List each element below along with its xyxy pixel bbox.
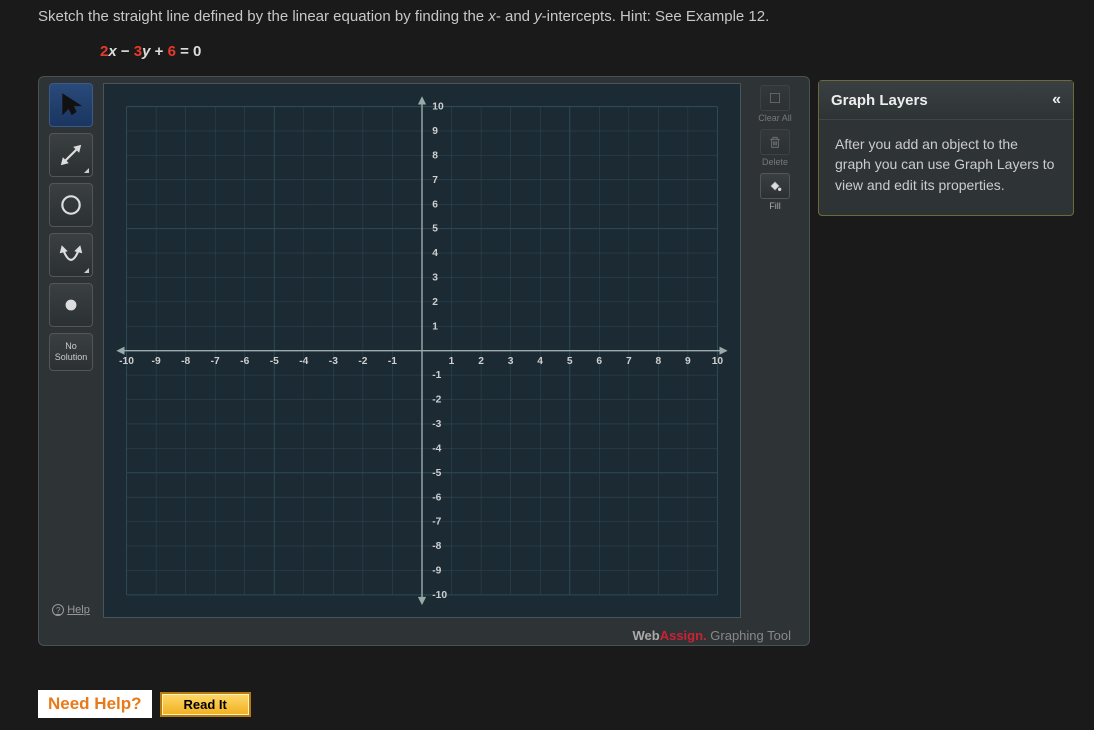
branding: WebAssign. Graphing Tool	[39, 624, 809, 645]
graphing-tool: No Solution ? Help -10-9-8-7-6-5-4-3-2-1…	[38, 76, 810, 646]
svg-text:5: 5	[432, 224, 438, 235]
graph-layers-header[interactable]: Graph Layers «	[819, 81, 1073, 120]
svg-text:-6: -6	[432, 492, 441, 503]
svg-text:-3: -3	[432, 419, 441, 430]
question-prompt: Sketch the straight line defined by the …	[0, 6, 1094, 25]
coef-3: 6	[168, 43, 176, 60]
select-tool-button[interactable]	[49, 83, 93, 127]
svg-text:10: 10	[432, 102, 444, 113]
coef-2: 3	[134, 43, 142, 60]
svg-text:4: 4	[537, 356, 543, 367]
no-solution-label-1: No	[65, 341, 77, 351]
var-x: x	[488, 8, 496, 25]
svg-text:3: 3	[432, 273, 438, 284]
expand-corner-icon	[84, 268, 89, 273]
circle-icon	[58, 192, 84, 218]
prompt-text-mid2: -intercepts. Hint: See Example 12.	[542, 8, 770, 25]
var-1: x	[108, 43, 116, 60]
svg-text:7: 7	[626, 356, 632, 367]
eq-sign: = 0	[176, 43, 201, 60]
svg-text:-6: -6	[240, 356, 249, 367]
clear-all-icon	[767, 90, 783, 106]
graph-layers-panel: Graph Layers « After you add an object t…	[818, 80, 1074, 216]
svg-text:-1: -1	[388, 356, 397, 367]
svg-text:9: 9	[685, 356, 691, 367]
brand-part1: Web	[632, 628, 659, 643]
brand-part3: Graphing Tool	[707, 628, 791, 643]
svg-text:6: 6	[432, 199, 438, 210]
trash-icon	[767, 134, 783, 150]
line-tool-button[interactable]	[49, 133, 93, 177]
graph-canvas[interactable]: -10 -9 -8 -7 -6 -5 -4 -3 -2 -1 1 2 3 4 5 6 7 8 9 10 -10 -9 -8 -…	[103, 83, 741, 618]
clear-all-button[interactable]: Clear All	[752, 85, 798, 123]
prompt-text-pre: Sketch the straight line defined by the …	[38, 8, 488, 25]
svg-text:-2: -2	[358, 356, 367, 367]
svg-text:-3: -3	[329, 356, 338, 367]
svg-text:-7: -7	[432, 517, 441, 528]
no-solution-label-2: Solution	[55, 352, 88, 362]
graph-layers-body: After you add an object to the graph you…	[819, 120, 1073, 215]
svg-text:-5: -5	[270, 356, 279, 367]
svg-text:-10: -10	[119, 356, 134, 367]
svg-text:-4: -4	[299, 356, 308, 367]
svg-text:7: 7	[432, 175, 438, 186]
svg-text:-8: -8	[432, 541, 441, 552]
svg-text:-7: -7	[211, 356, 220, 367]
expand-corner-icon	[84, 168, 89, 173]
svg-text:2: 2	[478, 356, 484, 367]
svg-text:1: 1	[449, 356, 455, 367]
svg-text:9: 9	[432, 126, 438, 137]
help-icon: ?	[52, 604, 64, 616]
svg-text:8: 8	[655, 356, 661, 367]
line-icon	[58, 142, 84, 168]
brand-part2: Assign.	[660, 628, 707, 643]
delete-button[interactable]: Delete	[752, 129, 798, 167]
op-1: −	[117, 43, 134, 60]
help-link[interactable]: ? Help	[52, 604, 90, 618]
svg-text:-9: -9	[152, 356, 161, 367]
svg-text:2: 2	[432, 297, 438, 308]
collapse-icon[interactable]: «	[1052, 91, 1061, 109]
fill-icon	[767, 178, 783, 194]
equation: 2x − 3y + 6 = 0	[0, 25, 1094, 72]
help-bar: Need Help? Read It	[38, 690, 251, 718]
svg-text:4: 4	[432, 248, 438, 259]
graph-layers-title: Graph Layers	[831, 92, 928, 109]
delete-label: Delete	[762, 157, 788, 167]
parabola-tool-button[interactable]	[49, 233, 93, 277]
svg-text:5: 5	[567, 356, 573, 367]
help-label: Help	[67, 604, 90, 616]
svg-text:-1: -1	[432, 370, 441, 381]
fill-label: Fill	[769, 201, 781, 211]
svg-text:-5: -5	[432, 468, 441, 479]
svg-text:-9: -9	[432, 566, 441, 577]
tool-palette: No Solution ? Help	[45, 83, 97, 618]
need-help-label: Need Help?	[38, 690, 152, 718]
coordinate-grid: -10 -9 -8 -7 -6 -5 -4 -3 -2 -1 1 2 3 4 5 6 7 8 9 10 -10 -9 -8 -…	[104, 84, 740, 617]
svg-text:6: 6	[596, 356, 602, 367]
no-solution-button[interactable]: No Solution	[49, 333, 93, 371]
read-it-button[interactable]: Read It	[160, 692, 251, 717]
parabola-icon	[58, 242, 84, 268]
svg-text:-2: -2	[432, 395, 441, 406]
cursor-icon	[58, 92, 84, 118]
svg-text:8: 8	[432, 150, 438, 161]
action-palette: Clear All Delete Fill	[747, 83, 803, 618]
svg-text:10: 10	[712, 356, 724, 367]
clear-all-label: Clear All	[758, 113, 792, 123]
op-2: +	[150, 43, 167, 60]
point-icon	[58, 292, 84, 318]
svg-text:-4: -4	[432, 443, 441, 454]
prompt-text-mid1: - and	[496, 8, 534, 25]
svg-text:-10: -10	[432, 590, 447, 601]
svg-text:1: 1	[432, 321, 438, 332]
var-y: y	[534, 8, 542, 25]
svg-text:-8: -8	[181, 356, 190, 367]
point-tool-button[interactable]	[49, 283, 93, 327]
fill-button[interactable]: Fill	[752, 173, 798, 211]
circle-tool-button[interactable]	[49, 183, 93, 227]
svg-text:3: 3	[508, 356, 514, 367]
